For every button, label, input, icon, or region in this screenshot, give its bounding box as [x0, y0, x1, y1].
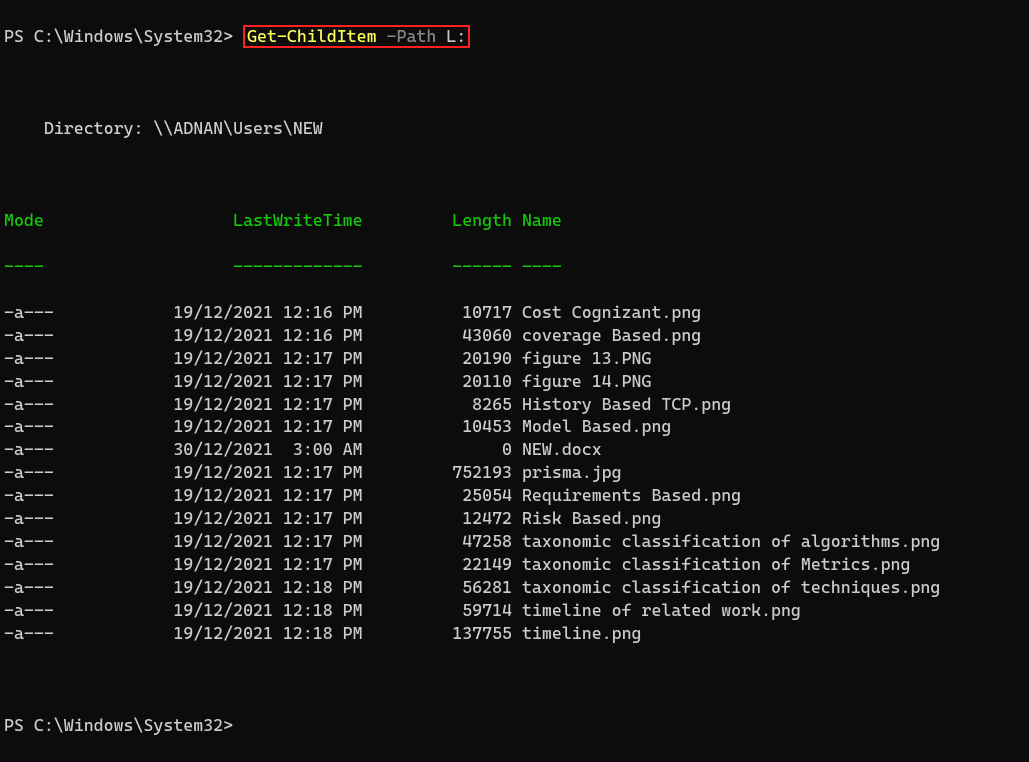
blank-line	[4, 71, 1025, 94]
cmd-param: -Path	[377, 26, 447, 46]
file-row: -a--- 19/12/2021 12:17 PM 752193 prisma.…	[4, 461, 1025, 484]
cmd-arg: L:	[446, 26, 466, 46]
blank-line	[4, 668, 1025, 691]
command-line-2: PS C:\Windows\System32>	[4, 714, 1025, 737]
prompt-prefix: PS C:\Windows\System32>	[4, 715, 243, 735]
file-row: -a--- 19/12/2021 12:18 PM 137755 timelin…	[4, 622, 1025, 645]
header-row: Mode LastWriteTime Length Name	[4, 209, 1025, 232]
file-row: -a--- 19/12/2021 12:18 PM 56281 taxonomi…	[4, 576, 1025, 599]
header-dashes: ---- ------------- ------ ----	[4, 255, 1025, 278]
file-row: -a--- 19/12/2021 12:17 PM 8265 History B…	[4, 393, 1025, 416]
command-highlight-box: Get-ChildItem -Path L:	[243, 25, 470, 49]
file-row: -a--- 19/12/2021 12:17 PM 20110 figure 1…	[4, 370, 1025, 393]
file-row: -a--- 19/12/2021 12:16 PM 43060 coverage…	[4, 324, 1025, 347]
file-row: -a--- 19/12/2021 12:17 PM 20190 figure 1…	[4, 347, 1025, 370]
cmdlet-name: Get-ChildItem	[247, 26, 377, 46]
file-row: -a--- 19/12/2021 12:17 PM 12472 Risk Bas…	[4, 507, 1025, 530]
file-row: -a--- 19/12/2021 12:17 PM 22149 taxonomi…	[4, 553, 1025, 576]
file-row: -a--- 19/12/2021 12:18 PM 59714 timeline…	[4, 599, 1025, 622]
file-row: -a--- 19/12/2021 12:16 PM 10717 Cost Cog…	[4, 301, 1025, 324]
file-row: -a--- 30/12/2021 3:00 AM 0 NEW.docx	[4, 438, 1025, 461]
command-line-1: PS C:\Windows\System32> Get-ChildItem -P…	[4, 25, 1025, 49]
file-row: -a--- 19/12/2021 12:17 PM 47258 taxonomi…	[4, 530, 1025, 553]
file-row: -a--- 19/12/2021 12:17 PM 10453 Model Ba…	[4, 415, 1025, 438]
blank-line	[4, 163, 1025, 186]
file-row: -a--- 19/12/2021 12:17 PM 25054 Requirem…	[4, 484, 1025, 507]
prompt-prefix: PS C:\Windows\System32>	[4, 26, 243, 46]
directory-line: Directory: \\ADNAN\Users\NEW	[4, 117, 1025, 140]
powershell-terminal[interactable]: PS C:\Windows\System32> Get-ChildItem -P…	[0, 0, 1029, 762]
